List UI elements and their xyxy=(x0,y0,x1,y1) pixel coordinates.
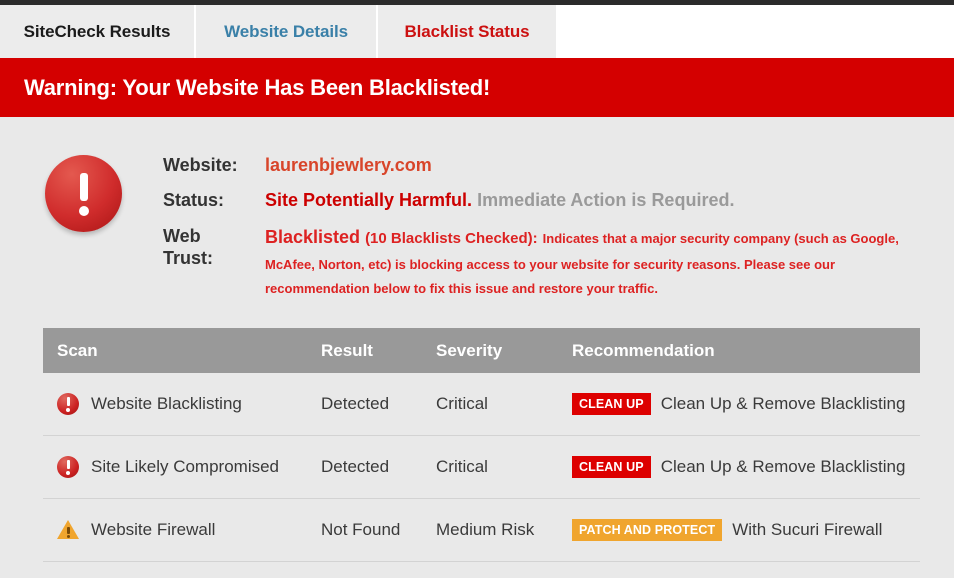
patch-and-protect-badge[interactable]: PATCH AND PROTECT xyxy=(572,519,723,541)
warning-triangle-icon xyxy=(57,519,79,541)
recommendation-text: Clean Up & Remove Blacklisting xyxy=(660,457,906,476)
website-value-wrap: laurenbjewlery.com xyxy=(265,153,432,177)
scan-results-table: Scan Result Severity Recommendation Webs… xyxy=(43,328,920,562)
column-header-severity: Severity xyxy=(436,340,503,360)
status-secondary-text: Immediate Action is Required. xyxy=(477,190,735,210)
summary-row-website: Website: laurenbjewlery.com xyxy=(163,153,943,177)
tab-website-details-label: Website Details xyxy=(224,21,348,41)
status-label: Status: xyxy=(163,190,225,210)
error-exclamation-dot xyxy=(66,407,70,412)
recommendation-text: Clean Up & Remove Blacklisting xyxy=(660,394,906,413)
cell-result: Not Found xyxy=(321,520,401,539)
cell-severity: Critical xyxy=(436,457,488,476)
clean-up-badge[interactable]: CLEAN UP xyxy=(572,393,651,415)
web-trust-heading: Blacklisted xyxy=(265,227,361,247)
error-circle-icon xyxy=(45,155,122,232)
cell-severity: Critical xyxy=(436,394,488,413)
warning-banner: Warning: Your Website Has Been Blacklist… xyxy=(0,58,954,117)
web-trust-label-line1: Web xyxy=(163,226,201,246)
website-label: Website: xyxy=(163,155,238,175)
table-row: Website Blacklisting Detected Critical C… xyxy=(43,373,920,436)
tab-sitecheck-results-label: SiteCheck Results xyxy=(23,21,171,41)
cell-scan: Website Firewall xyxy=(43,519,321,541)
cell-recommendation: CLEAN UP Clean Up & Remove Blacklisting xyxy=(572,393,920,415)
cell-result: Detected xyxy=(321,457,390,476)
status-value-wrap: Site Potentially Harmful. Immediate Acti… xyxy=(265,188,734,212)
tab-blacklist-status-label: Blacklist Status xyxy=(404,21,530,41)
summary-section: Website: laurenbjewlery.com Status: Site… xyxy=(0,117,954,315)
web-trust-label-line2: Trust: xyxy=(163,248,214,268)
tab-sitecheck-results[interactable]: SiteCheck Results xyxy=(0,5,196,58)
web-trust-label: Web Trust: xyxy=(163,225,265,269)
cell-result: Detected xyxy=(321,394,390,413)
summary-row-web-trust: Web Trust: Blacklisted (10 Blacklists Ch… xyxy=(163,225,943,299)
cell-recommendation: CLEAN UP Clean Up & Remove Blacklisting xyxy=(572,456,920,478)
clean-up-badge[interactable]: CLEAN UP xyxy=(572,456,651,478)
website-url[interactable]: laurenbjewlery.com xyxy=(265,155,432,175)
status-primary-text: Site Potentially Harmful. xyxy=(265,190,473,210)
column-header-recommendation: Recommendation xyxy=(572,340,715,360)
scan-name: Site Likely Compromised xyxy=(91,457,280,476)
table-row: Site Likely Compromised Detected Critica… xyxy=(43,436,920,499)
column-header-scan: Scan xyxy=(57,340,98,360)
table-row: Website Firewall Not Found Medium Risk P… xyxy=(43,499,920,562)
error-circle-icon xyxy=(57,393,79,415)
cell-severity: Medium Risk xyxy=(436,520,535,539)
error-exclamation-bar xyxy=(66,397,70,406)
error-exclamation-dot xyxy=(79,206,89,216)
summary-rows: Website: laurenbjewlery.com Status: Site… xyxy=(163,153,943,299)
column-header-result: Result xyxy=(321,340,373,360)
tab-blacklist-status[interactable]: Blacklist Status xyxy=(378,5,556,58)
sitecheck-results-page: SiteCheck Results Website Details Blackl… xyxy=(0,0,954,578)
tab-website-details[interactable]: Website Details xyxy=(196,5,378,58)
recommendation-text: With Sucuri Firewall xyxy=(732,520,883,539)
error-exclamation-bar xyxy=(66,460,70,469)
warning-exclamation-bar xyxy=(67,527,70,534)
error-exclamation-bar xyxy=(80,173,88,201)
cell-scan: Site Likely Compromised xyxy=(43,456,321,478)
error-exclamation-dot xyxy=(66,470,70,475)
cell-scan: Website Blacklisting xyxy=(43,393,321,415)
scan-name: Website Firewall xyxy=(91,520,216,539)
web-trust-count: (10 Blacklists Checked): xyxy=(365,230,538,247)
tab-bar: SiteCheck Results Website Details Blackl… xyxy=(0,5,954,58)
table-header-row: Scan Result Severity Recommendation xyxy=(43,328,920,373)
scan-name: Website Blacklisting xyxy=(91,394,242,413)
web-trust-description: Indicates that a major security company … xyxy=(265,231,899,296)
web-trust-value: Blacklisted (10 Blacklists Checked): Ind… xyxy=(265,225,943,299)
summary-row-status: Status: Site Potentially Harmful. Immedi… xyxy=(163,188,943,212)
warning-banner-text: Warning: Your Website Has Been Blacklist… xyxy=(24,74,491,100)
cell-recommendation: PATCH AND PROTECT With Sucuri Firewall xyxy=(572,519,920,541)
error-circle-icon xyxy=(57,456,79,478)
